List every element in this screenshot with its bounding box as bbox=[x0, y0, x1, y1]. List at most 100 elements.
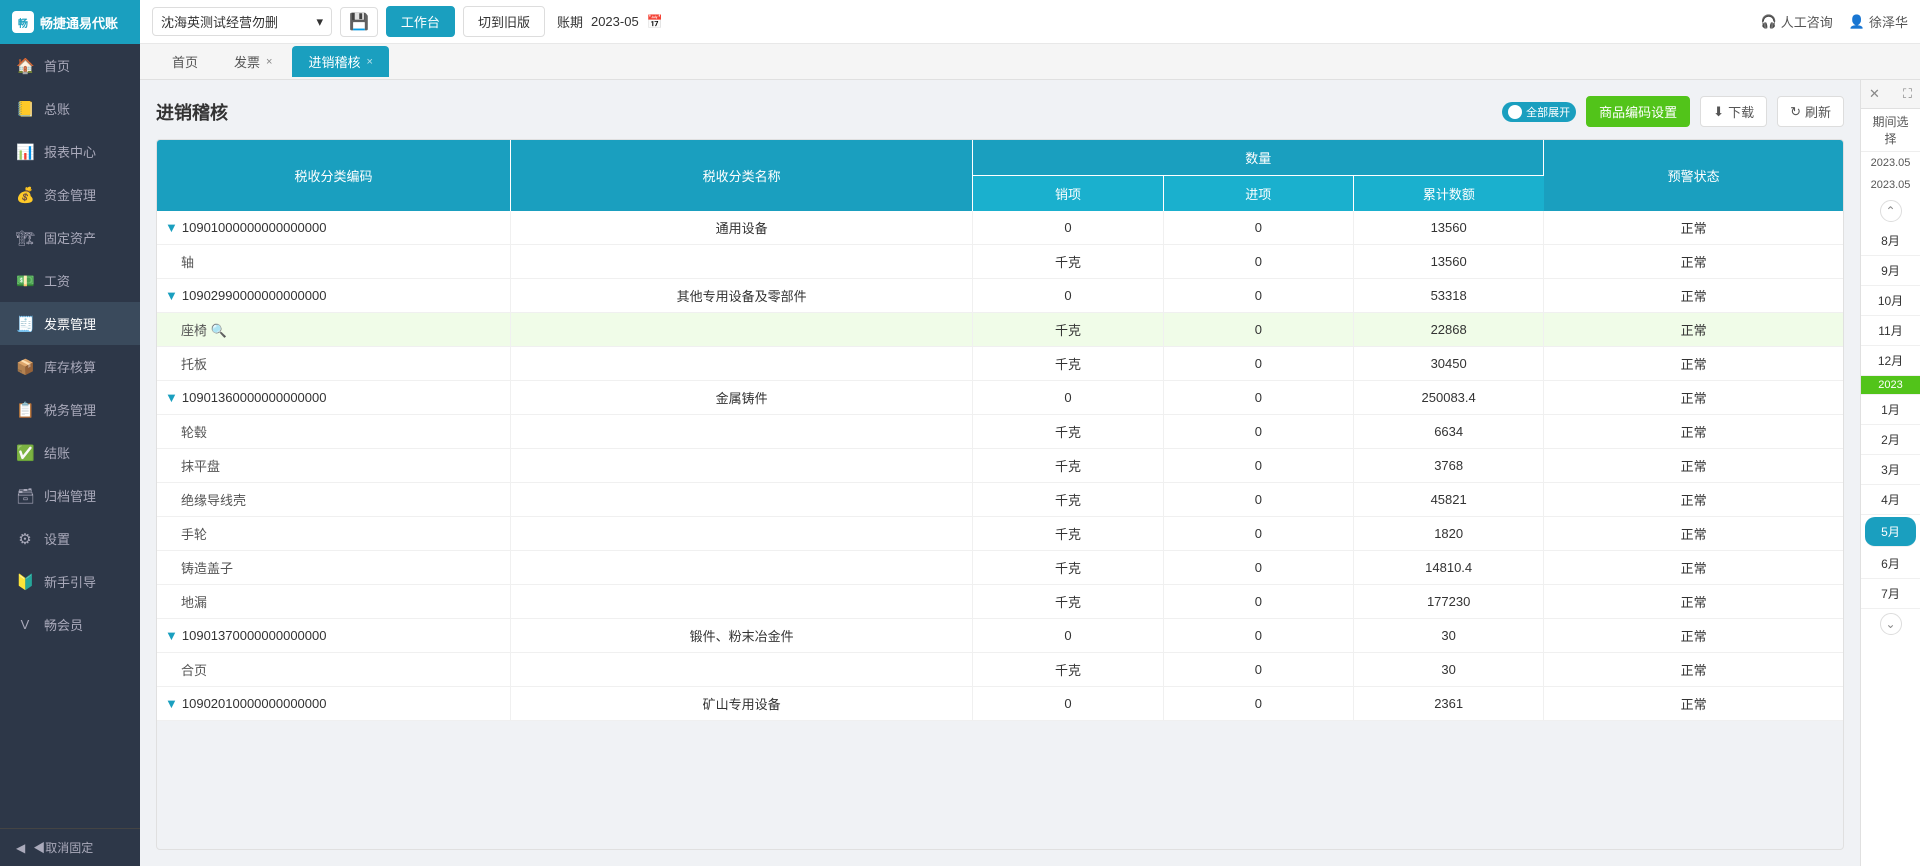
period-next-button[interactable]: ⌄ bbox=[1880, 613, 1902, 635]
table-row: 绝缘导线壳 千克 0 45821 正常 bbox=[157, 483, 1843, 517]
table-cell-name bbox=[511, 483, 973, 517]
product-code-settings-button[interactable]: 商品编码设置 bbox=[1586, 96, 1690, 127]
switch-version-button[interactable]: 切到旧版 bbox=[463, 6, 545, 37]
th-tax-name: 税收分类名称 bbox=[511, 140, 973, 211]
table-cell-sales: 0 bbox=[973, 381, 1163, 415]
table-cell-code: 绝缘导线壳 bbox=[157, 483, 511, 517]
expand-all-toggle[interactable]: 全部展开 bbox=[1502, 102, 1576, 122]
period-nav-bottom: ⌄ bbox=[1861, 609, 1920, 639]
table-cell-total: 6634 bbox=[1353, 415, 1543, 449]
period-month-10[interactable]: 10月 bbox=[1861, 286, 1920, 316]
expand-icon[interactable]: ▼ bbox=[165, 390, 178, 405]
sidebar-item-invoice[interactable]: 🧾 发票管理 bbox=[0, 302, 140, 345]
table-cell-name: 矿山专用设备 bbox=[511, 687, 973, 721]
user-icon: 👤 bbox=[1849, 14, 1865, 30]
table-cell-status: 正常 bbox=[1544, 687, 1843, 721]
sidebar-item-salary[interactable]: 💵 工资 bbox=[0, 259, 140, 302]
table-cell-purchase: 0 bbox=[1163, 381, 1353, 415]
table-cell-purchase: 0 bbox=[1163, 279, 1353, 313]
period-month-3[interactable]: 3月 bbox=[1861, 455, 1920, 485]
main-area: 沈海英测试经营勿删 ▾ 💾 工作台 切到旧版 账期 2023-05 📅 🎧 人工… bbox=[140, 0, 1920, 866]
sidebar-item-label: 新手引导 bbox=[44, 572, 96, 591]
period-month-9[interactable]: 9月 bbox=[1861, 256, 1920, 286]
table-cell-sales: 0 bbox=[1163, 551, 1353, 585]
sidebar-item-reports[interactable]: 📊 报表中心 bbox=[0, 130, 140, 173]
tab-invoice[interactable]: 发票 × bbox=[218, 46, 288, 77]
table-row: 托板 千克 0 30450 正常 bbox=[157, 347, 1843, 381]
user-profile[interactable]: 👤 徐泽华 bbox=[1849, 12, 1908, 31]
workbench-button[interactable]: 工作台 bbox=[386, 6, 455, 37]
data-table-wrapper[interactable]: 税收分类编码 税收分类名称 数量 预警状态 销项 进项 累计数额 ▼10 bbox=[156, 139, 1844, 850]
period-month-12[interactable]: 12月 bbox=[1861, 346, 1920, 376]
sidebar-item-settings[interactable]: ⚙ 设置 bbox=[0, 517, 140, 560]
table-cell-sales: 0 bbox=[1163, 415, 1353, 449]
expand-icon[interactable]: ▼ bbox=[165, 696, 178, 711]
table-cell-code: 地漏 bbox=[157, 585, 511, 619]
tab-home[interactable]: 首页 bbox=[156, 46, 214, 77]
unpin-icon: ◀ bbox=[16, 841, 25, 855]
reports-icon: 📊 bbox=[16, 143, 34, 161]
period-row-2[interactable]: 2023.05 bbox=[1861, 174, 1920, 196]
unpin-button[interactable]: ◀ ◀取消固定 bbox=[0, 828, 140, 866]
period-month-11[interactable]: 11月 bbox=[1861, 316, 1920, 346]
company-selector[interactable]: 沈海英测试经营勿删 ▾ bbox=[152, 7, 332, 36]
sidebar-item-label: 发票管理 bbox=[44, 314, 96, 333]
save-draft-button[interactable]: 💾 bbox=[340, 7, 378, 37]
period-prev-button[interactable]: ⌃ bbox=[1880, 200, 1902, 222]
settings-icon: ⚙ bbox=[16, 530, 34, 548]
close-reconcile-tab-icon[interactable]: × bbox=[366, 56, 372, 68]
tab-bar: 首页 发票 × 进销稽核 × bbox=[140, 44, 1920, 80]
expand-panel-button[interactable]: ⛶ bbox=[1903, 86, 1912, 102]
period-month-7[interactable]: 7月 bbox=[1861, 579, 1920, 609]
tab-reconcile[interactable]: 进销稽核 × bbox=[292, 46, 388, 77]
download-button[interactable]: ⬇ 下载 bbox=[1700, 96, 1767, 127]
expand-icon[interactable]: ▼ bbox=[165, 220, 178, 235]
table-cell-status: 正常 bbox=[1544, 347, 1843, 381]
assets-icon: 🏗 bbox=[16, 229, 34, 247]
expand-icon[interactable]: ▼ bbox=[165, 628, 178, 643]
calendar-icon[interactable]: 📅 bbox=[647, 14, 663, 30]
close-invoice-tab-icon[interactable]: × bbox=[266, 56, 272, 68]
table-cell-name bbox=[511, 415, 973, 449]
period-month-4[interactable]: 4月 bbox=[1861, 485, 1920, 515]
support-button[interactable]: 🎧 人工咨询 bbox=[1761, 12, 1833, 31]
table-cell-code: 手轮 bbox=[157, 517, 511, 551]
topbar-right: 🎧 人工咨询 👤 徐泽华 bbox=[1761, 12, 1908, 31]
period-month-5-active[interactable]: 5月 bbox=[1865, 517, 1916, 547]
period-month-1[interactable]: 1月 bbox=[1861, 395, 1920, 425]
table-cell-unit: 千克 bbox=[973, 313, 1163, 347]
sidebar-item-finance[interactable]: 💰 资金管理 bbox=[0, 173, 140, 216]
close-panel-button[interactable]: ✕ bbox=[1869, 86, 1880, 102]
table-cell-total: 30 bbox=[1353, 653, 1543, 687]
sidebar-item-label: 设置 bbox=[44, 529, 70, 548]
sidebar-item-label: 报表中心 bbox=[44, 142, 96, 161]
period-month-8[interactable]: 8月 bbox=[1861, 226, 1920, 256]
table-row: ▼10902010000000000000 矿山专用设备 0 0 2361 正常 bbox=[157, 687, 1843, 721]
period-month-2[interactable]: 2月 bbox=[1861, 425, 1920, 455]
member-icon: V bbox=[16, 617, 34, 632]
period-month-6[interactable]: 6月 bbox=[1861, 549, 1920, 579]
sidebar-item-guide[interactable]: 🔰 新手引导 bbox=[0, 560, 140, 603]
table-cell-sales: 0 bbox=[1163, 347, 1353, 381]
sidebar-item-tax[interactable]: 📋 税务管理 bbox=[0, 388, 140, 431]
company-name: 沈海英测试经营勿删 bbox=[161, 12, 312, 31]
period-row-1[interactable]: 2023.05 bbox=[1861, 152, 1920, 174]
guide-icon: 🔰 bbox=[16, 573, 34, 591]
page-title: 进销稽核 bbox=[156, 99, 228, 125]
sidebar-item-home[interactable]: 🏠 首页 bbox=[0, 44, 140, 87]
sidebar-item-member[interactable]: V 畅会员 bbox=[0, 603, 140, 646]
th-qty-group: 数量 bbox=[973, 140, 1544, 176]
sidebar-item-assets[interactable]: 🏗 固定资产 bbox=[0, 216, 140, 259]
table-cell-total: 30450 bbox=[1353, 347, 1543, 381]
search-icon[interactable]: 🔍 bbox=[211, 323, 227, 338]
sidebar-item-archive[interactable]: 🗃 归档管理 bbox=[0, 474, 140, 517]
refresh-button[interactable]: ↻ 刷新 bbox=[1777, 96, 1844, 127]
sidebar-item-settle[interactable]: ✅ 结账 bbox=[0, 431, 140, 474]
table-cell-unit: 千克 bbox=[973, 517, 1163, 551]
sidebar-item-inventory[interactable]: 📦 库存核算 bbox=[0, 345, 140, 388]
sidebar-item-ledger[interactable]: 📒 总账 bbox=[0, 87, 140, 130]
topbar: 沈海英测试经营勿删 ▾ 💾 工作台 切到旧版 账期 2023-05 📅 🎧 人工… bbox=[140, 0, 1920, 44]
expand-icon[interactable]: ▼ bbox=[165, 288, 178, 303]
archive-icon: 🗃 bbox=[16, 487, 34, 505]
table-cell-total: 177230 bbox=[1353, 585, 1543, 619]
